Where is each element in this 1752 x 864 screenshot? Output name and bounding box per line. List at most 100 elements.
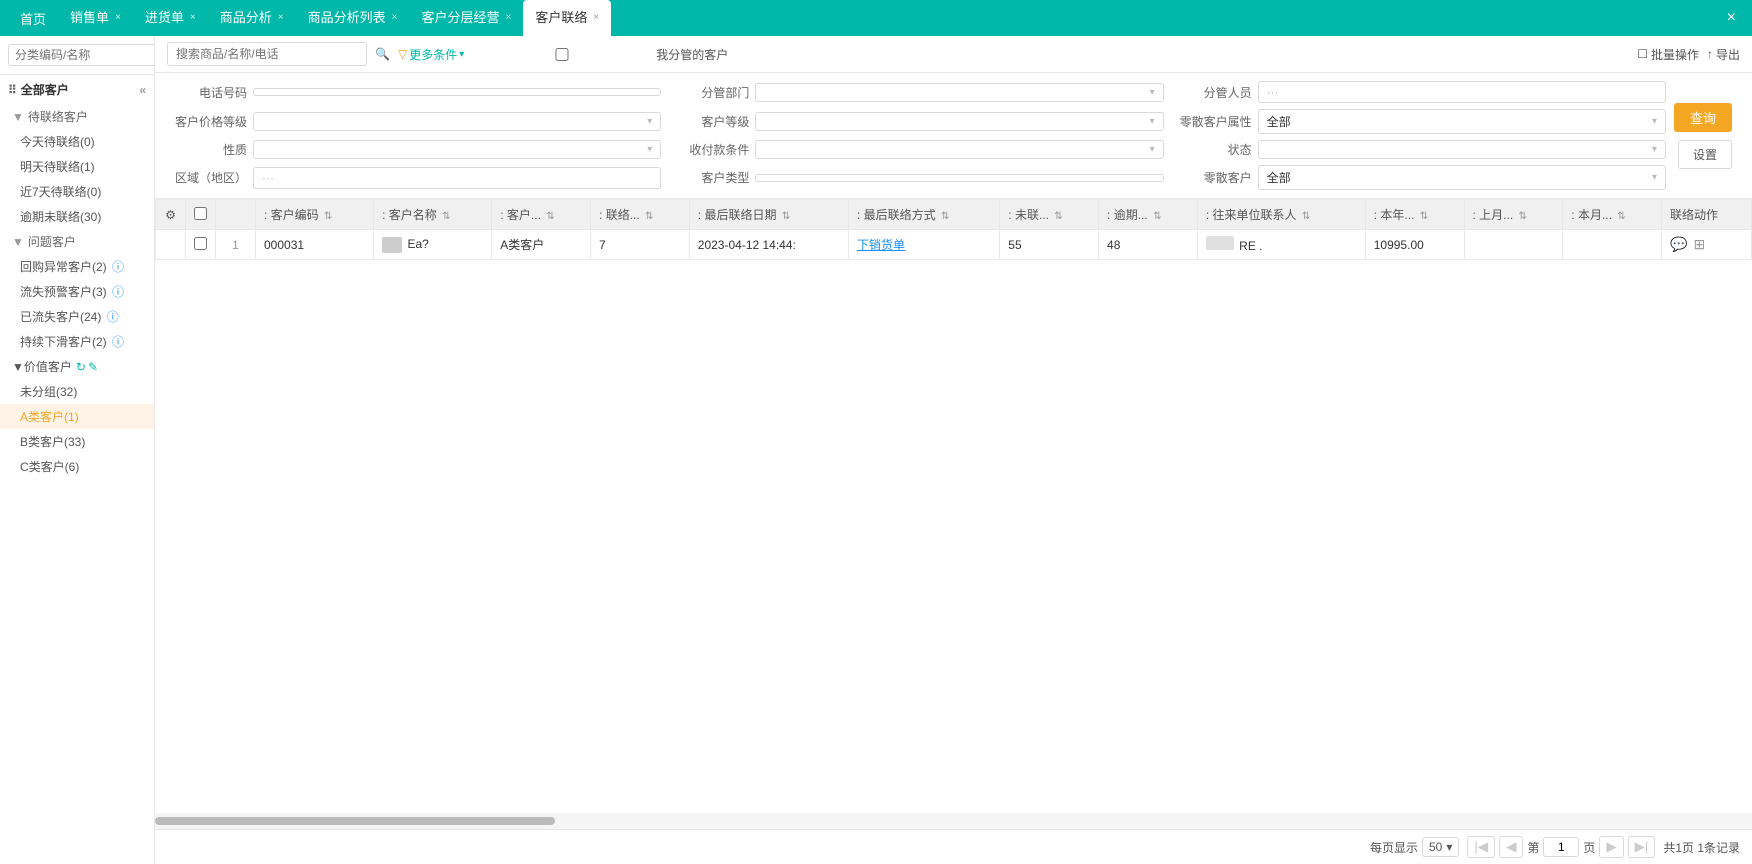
customer-level-select[interactable]: ▾	[755, 112, 1163, 131]
scatter-select[interactable]: 全部 ▾	[1258, 165, 1666, 190]
sort-icon12: ⇅	[1617, 211, 1625, 222]
col-no-contact[interactable]: : 未联... ⇅	[1000, 200, 1099, 230]
sidebar-item-b-class[interactable]: B类客户(33)	[0, 429, 154, 454]
sidebar-item-ungrouped[interactable]: 未分组(32)	[0, 379, 154, 404]
col-customer-level[interactable]: : 客户... ⇅	[492, 200, 591, 230]
sidebar-item-tomorrow-contact[interactable]: 明天待联络(1)	[0, 154, 154, 179]
dept-label: 分管部门	[669, 84, 749, 101]
col-settings[interactable]: ⚙	[156, 200, 186, 230]
tab-product-analysis-list[interactable]: 商品分析列表 ×	[296, 0, 410, 36]
my-customers-checkbox[interactable]	[472, 48, 652, 61]
sidebar-all-customers[interactable]: ⠿ 全部客户 «	[0, 75, 154, 104]
col-last-contact-date[interactable]: : 最后联络日期 ⇅	[689, 200, 848, 230]
prev-page-button[interactable]: ◀	[1499, 836, 1523, 858]
table-header-row: ⚙ : 客户编码 ⇅ : 客户名称 ⇅ : 客户... ⇅ : 联络... ⇅ …	[156, 200, 1752, 230]
col-last-month[interactable]: : 上月... ⇅	[1464, 200, 1563, 230]
collapse-icon[interactable]: «	[139, 83, 146, 97]
qr-icon[interactable]: ⊞	[1693, 236, 1705, 253]
per-page-select[interactable]: 50 ▾	[1422, 837, 1459, 857]
col-this-month[interactable]: : 本月... ⇅	[1563, 200, 1662, 230]
person-input[interactable]: ···	[1258, 81, 1666, 103]
sidebar-item-churned[interactable]: 已流失客户(24) ⓘ	[0, 304, 154, 329]
col-contact[interactable]: : 联络... ⇅	[591, 200, 690, 230]
customer-type-input[interactable]	[755, 174, 1163, 182]
app-close-button[interactable]: ×	[1719, 9, 1744, 27]
sidebar-item-today-contact[interactable]: 今天待联络(0)	[0, 129, 154, 154]
tab-purchase-order[interactable]: 进货单 ×	[133, 0, 208, 36]
phone-input[interactable]	[253, 88, 661, 96]
batch-operation-button[interactable]: ☐ 批量操作	[1637, 46, 1699, 63]
top-navigation: 首页 销售单 × 进货单 × 商品分析 × 商品分析列表 × 客户分层经营 × …	[0, 0, 1752, 36]
chevron-down-icon: ▾	[1446, 840, 1452, 854]
search-icon[interactable]: 🔍	[375, 47, 390, 61]
sidebar-search-input[interactable]	[8, 44, 155, 66]
nature-select[interactable]: ▾	[253, 140, 661, 159]
scatter-attr-select[interactable]: 全部 ▾	[1258, 109, 1666, 134]
cell-checkbox[interactable]	[186, 230, 216, 260]
next-page-button[interactable]: ▶	[1599, 836, 1623, 858]
scroll-thumb[interactable]	[155, 817, 555, 825]
export-button[interactable]: ↑ 导出	[1707, 46, 1740, 63]
col-last-contact-method[interactable]: : 最后联络方式 ⇅	[848, 200, 999, 230]
tab-customer-contact[interactable]: 客户联络 ×	[523, 0, 611, 36]
home-tab[interactable]: 首页	[8, 9, 58, 28]
info-icon-declining: ⓘ	[112, 335, 124, 349]
my-customers-checkbox-label[interactable]: 我分管的客户	[472, 46, 728, 63]
sidebar-item-churn-warning[interactable]: 流失预警客户(3) ⓘ	[0, 279, 154, 304]
close-tab-product[interactable]: ×	[278, 0, 284, 36]
sidebar-item-7days-contact[interactable]: 近7天待联络(0)	[0, 179, 154, 204]
col-this-year[interactable]: : 本年... ⇅	[1365, 200, 1464, 230]
col-checkbox[interactable]	[186, 200, 216, 230]
cell-last-method[interactable]: 下销货单	[848, 230, 999, 260]
tab-customer-tier[interactable]: 客户分层经营 ×	[409, 0, 523, 36]
close-tab-sales[interactable]: ×	[115, 0, 121, 36]
sidebar-value-customers-title[interactable]: ▼ 价值客户 ↻ ✎	[0, 354, 154, 379]
sidebar-item-repurchase-abnormal[interactable]: 回购异常客户(2) ⓘ	[0, 254, 154, 279]
nature-label: 性质	[167, 141, 247, 158]
region-input[interactable]: ···	[253, 167, 661, 189]
col-overdue[interactable]: : 逾期... ⇅	[1099, 200, 1198, 230]
col-unit-contact[interactable]: : 往来单位联系人 ⇅	[1197, 200, 1365, 230]
filter-row-1: 电话号码 分管部门 ▾ 分管人员 ···	[167, 81, 1666, 103]
more-conditions-button[interactable]: ▽ 更多条件 ▾	[398, 46, 464, 63]
tab-product-analysis[interactable]: 商品分析 ×	[208, 0, 296, 36]
refresh-icon[interactable]: ↻	[76, 360, 86, 374]
sidebar-item-c-class[interactable]: C类客户(6)	[0, 454, 154, 479]
edit-icon[interactable]: ✎	[88, 360, 98, 374]
table-row: 1 000031 Ea? A类客户 7 2023-04-12 14:44: 下销…	[156, 230, 1752, 260]
chat-icon[interactable]: 💬	[1670, 236, 1687, 253]
dept-select[interactable]: ▾	[755, 83, 1163, 102]
close-tab-list[interactable]: ×	[392, 0, 398, 36]
cell-contact: 7	[591, 230, 690, 260]
status-select[interactable]: ▾	[1258, 140, 1666, 159]
sidebar-problem-customers-title[interactable]: ▼ 问题客户	[0, 229, 154, 254]
setting-button[interactable]: 设置	[1678, 140, 1732, 169]
cell-no-contact: 55	[1000, 230, 1099, 260]
row-checkbox[interactable]	[194, 237, 207, 250]
search-input[interactable]	[167, 42, 367, 66]
horizontal-scrollbar[interactable]	[155, 813, 1752, 829]
info-icon-churned: ⓘ	[107, 310, 119, 324]
close-tab-contact[interactable]: ×	[593, 0, 599, 36]
sort-icon4: ⇅	[645, 211, 653, 222]
first-page-button[interactable]: |◀	[1467, 836, 1495, 858]
col-customer-name[interactable]: : 客户名称 ⇅	[374, 200, 492, 230]
sidebar-item-a-class[interactable]: A类客户(1)	[0, 404, 154, 429]
payment-select[interactable]: ▾	[755, 140, 1163, 159]
contact-method-link[interactable]: 下销货单	[857, 238, 905, 252]
close-tab-tier[interactable]: ×	[505, 0, 511, 36]
sort-icon6: ⇅	[941, 211, 949, 222]
last-page-button[interactable]: ▶|	[1628, 836, 1656, 858]
filter-field-price-level: 客户价格等级 ▾	[167, 112, 661, 131]
chevron-down-icon: ▾	[1150, 87, 1155, 98]
sidebar-item-declining[interactable]: 持续下滑客户(2) ⓘ	[0, 329, 154, 354]
sidebar-pending-contact-title[interactable]: ▼ 待联络客户	[0, 104, 154, 129]
query-button[interactable]: 查询	[1674, 103, 1732, 132]
select-all-checkbox[interactable]	[194, 207, 207, 220]
tab-sales-order[interactable]: 销售单 ×	[58, 0, 133, 36]
close-tab-purchase[interactable]: ×	[190, 0, 196, 36]
sidebar-item-overdue-contact[interactable]: 逾期未联络(30)	[0, 204, 154, 229]
col-customer-code[interactable]: : 客户编码 ⇅	[256, 200, 374, 230]
price-level-select[interactable]: ▾	[253, 112, 661, 131]
page-number-input[interactable]	[1543, 837, 1579, 857]
